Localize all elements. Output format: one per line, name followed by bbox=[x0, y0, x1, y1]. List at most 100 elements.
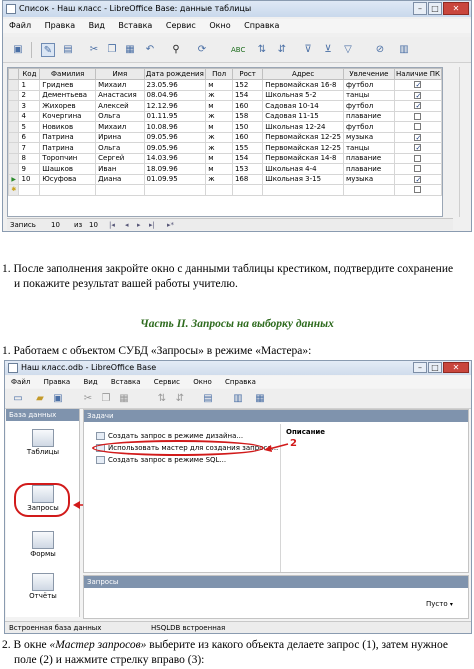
undo-icon[interactable]: ↶ bbox=[143, 43, 157, 57]
checkbox-checked[interactable]: ✓ bbox=[414, 175, 422, 183]
table-cell-height[interactable]: 160 bbox=[231, 131, 264, 143]
table-cell-sex[interactable]: м bbox=[205, 121, 233, 133]
menu-file[interactable]: Файл bbox=[11, 376, 30, 388]
new-document-icon[interactable]: ▭ bbox=[11, 392, 25, 406]
remove-filter-icon[interactable]: ⊘ bbox=[373, 43, 387, 57]
table-cell-address[interactable]: Первомайская 12-25 bbox=[262, 142, 344, 154]
table-cell-sex[interactable]: ж bbox=[205, 131, 233, 143]
table-cell-hobby[interactable]: футбол bbox=[342, 121, 395, 133]
table-cell-code[interactable]: 1 bbox=[18, 79, 41, 91]
table-cell-first[interactable]: Сергей bbox=[95, 152, 145, 164]
table-cell-dob[interactable]: 23.05.96 bbox=[143, 79, 207, 91]
table-cell-last[interactable]: Патрина bbox=[39, 131, 97, 143]
checkbox-unchecked[interactable] bbox=[414, 186, 422, 194]
table-cell-code[interactable]: 2 bbox=[18, 89, 41, 101]
checkbox-checked[interactable]: ✓ bbox=[414, 102, 422, 110]
save-icon[interactable]: ▣ bbox=[51, 392, 65, 406]
table-cell-code[interactable]: 3 bbox=[18, 100, 41, 112]
row-selector[interactable] bbox=[7, 110, 20, 122]
column-header[interactable]: Рост bbox=[231, 68, 264, 80]
menu-insert[interactable]: Вставка bbox=[111, 376, 141, 388]
vertical-scrollbar[interactable] bbox=[459, 67, 469, 217]
table-cell-empty[interactable] bbox=[393, 184, 443, 196]
table-row[interactable]: 1 Гриднев Михаил 23.05.96 м 152 Первомайская 1… bbox=[7, 79, 443, 91]
table-cell-last[interactable]: Новиков bbox=[39, 121, 97, 133]
table-cell-height[interactable]: 158 bbox=[231, 110, 264, 122]
row-selector[interactable] bbox=[7, 100, 20, 112]
table-cell-address[interactable]: Школьная 4-4 bbox=[262, 163, 344, 175]
table-cell-first[interactable]: Михаил bbox=[95, 79, 145, 91]
row-selector[interactable] bbox=[7, 89, 20, 101]
table-cell-height[interactable]: 152 bbox=[231, 79, 264, 91]
row-selector[interactable] bbox=[7, 131, 20, 143]
table-row[interactable]: 7 Патрина Ольга 09.05.96 ж 155 Первомайская 12… bbox=[7, 142, 443, 154]
search-icon[interactable]: ⚲ bbox=[169, 43, 183, 57]
table-cell-dob[interactable]: 09.05.96 bbox=[143, 131, 207, 143]
sort-asc-icon[interactable]: ⇅ bbox=[155, 392, 169, 406]
menu-edit[interactable]: Правка bbox=[44, 376, 71, 388]
table-cell-last[interactable]: Шашков bbox=[39, 163, 97, 175]
table-cell-empty[interactable] bbox=[262, 184, 344, 196]
checkbox-checked[interactable]: ✓ bbox=[414, 144, 422, 152]
table-cell-code[interactable]: 9 bbox=[18, 163, 41, 175]
menu-edit[interactable]: Правка bbox=[45, 19, 75, 33]
table-cell-hobby[interactable]: плавание bbox=[342, 152, 395, 164]
column-header[interactable]: Дата рождения bbox=[143, 68, 207, 80]
table-cell-hobby[interactable]: танцы bbox=[342, 89, 395, 101]
table-cell-sex[interactable]: м bbox=[205, 79, 233, 91]
paste-icon[interactable]: ▦ bbox=[117, 392, 131, 406]
table-row[interactable]: ▶ 10 Юсуфова Диана 01.09.95 ж 168 Школьная 3-15… bbox=[7, 173, 443, 185]
column-header[interactable]: Пол bbox=[205, 68, 233, 80]
refresh-icon[interactable]: ⟳ bbox=[195, 43, 209, 57]
table-cell-address[interactable]: Садовая 10-14 bbox=[262, 100, 344, 112]
table-cell-address[interactable]: Школьная 12-24 bbox=[262, 121, 344, 133]
table-cell-dob[interactable]: 01.09.95 bbox=[143, 173, 207, 185]
open-icon[interactable]: ▰ bbox=[33, 392, 47, 406]
table-row[interactable]: 6 Патрина Ирина 09.05.96 ж 160 Первомайская 12… bbox=[7, 131, 443, 143]
table-cell-sex[interactable]: ж bbox=[205, 173, 233, 185]
table-cell-code[interactable]: 10 bbox=[18, 173, 41, 185]
last-record-icon[interactable]: ▸| bbox=[149, 219, 155, 231]
checkbox-unchecked[interactable] bbox=[414, 154, 422, 162]
db-item-tables[interactable]: Таблицы bbox=[15, 429, 71, 456]
next-record-icon[interactable]: ▸ bbox=[137, 219, 141, 231]
table-cell-height[interactable]: 160 bbox=[231, 100, 264, 112]
prev-record-icon[interactable]: ◂ bbox=[125, 219, 129, 231]
maximize-button[interactable]: □ bbox=[428, 362, 442, 373]
table-cell-address[interactable]: Первомайская 16-8 bbox=[262, 79, 344, 91]
table-cell-hobby[interactable]: плавание bbox=[342, 110, 395, 122]
table-cell-dob[interactable]: 01.11.95 bbox=[143, 110, 207, 122]
table-cell-first[interactable]: Ирина bbox=[95, 131, 145, 143]
row-selector[interactable] bbox=[7, 152, 20, 164]
db-item-reports[interactable]: Отчёты bbox=[15, 573, 71, 600]
table-cell-address[interactable]: Школьная 5-2 bbox=[262, 89, 344, 101]
table-cell-empty[interactable] bbox=[143, 184, 207, 196]
table-cell-hobby[interactable]: плавание bbox=[342, 163, 395, 175]
row-selector[interactable] bbox=[7, 163, 20, 175]
table-cell-dob[interactable]: 18.09.96 bbox=[143, 163, 207, 175]
checkbox-checked[interactable]: ✓ bbox=[414, 133, 422, 141]
copy-icon[interactable]: ❐ bbox=[105, 43, 119, 57]
table-cell-sex[interactable]: ж bbox=[205, 142, 233, 154]
table-cell-dob[interactable]: 10.08.96 bbox=[143, 121, 207, 133]
table-cell-height[interactable]: 150 bbox=[231, 121, 264, 133]
column-header[interactable]: Фамилия bbox=[39, 68, 97, 80]
table-cell-code[interactable]: 4 bbox=[18, 110, 41, 122]
table-cell-first[interactable]: Диана bbox=[95, 173, 145, 185]
database-icon[interactable]: ▦ bbox=[253, 392, 267, 406]
checkbox-unchecked[interactable] bbox=[414, 112, 422, 120]
minimize-button[interactable]: – bbox=[413, 362, 427, 373]
report-icon[interactable]: ▥ bbox=[231, 392, 245, 406]
checkbox-unchecked[interactable] bbox=[414, 165, 422, 173]
menu-tools[interactable]: Сервис bbox=[154, 376, 180, 388]
db-item-forms[interactable]: Формы bbox=[15, 531, 71, 558]
table-cell-code[interactable]: 7 bbox=[18, 142, 41, 154]
checkbox-checked[interactable]: ✓ bbox=[414, 91, 422, 99]
table-cell-hobby[interactable]: музыка bbox=[342, 131, 395, 143]
table-cell-code[interactable]: 5 bbox=[18, 121, 41, 133]
row-selector[interactable]: ▶ bbox=[7, 173, 20, 185]
table-cell-first[interactable]: Ольга bbox=[95, 142, 145, 154]
table-row[interactable]: 8 Торопчин Сергей 14.03.96 м 154 Первомайская … bbox=[7, 152, 443, 164]
table-cell-first[interactable]: Алексей bbox=[95, 100, 145, 112]
table-cell-sex[interactable]: ж bbox=[205, 89, 233, 101]
